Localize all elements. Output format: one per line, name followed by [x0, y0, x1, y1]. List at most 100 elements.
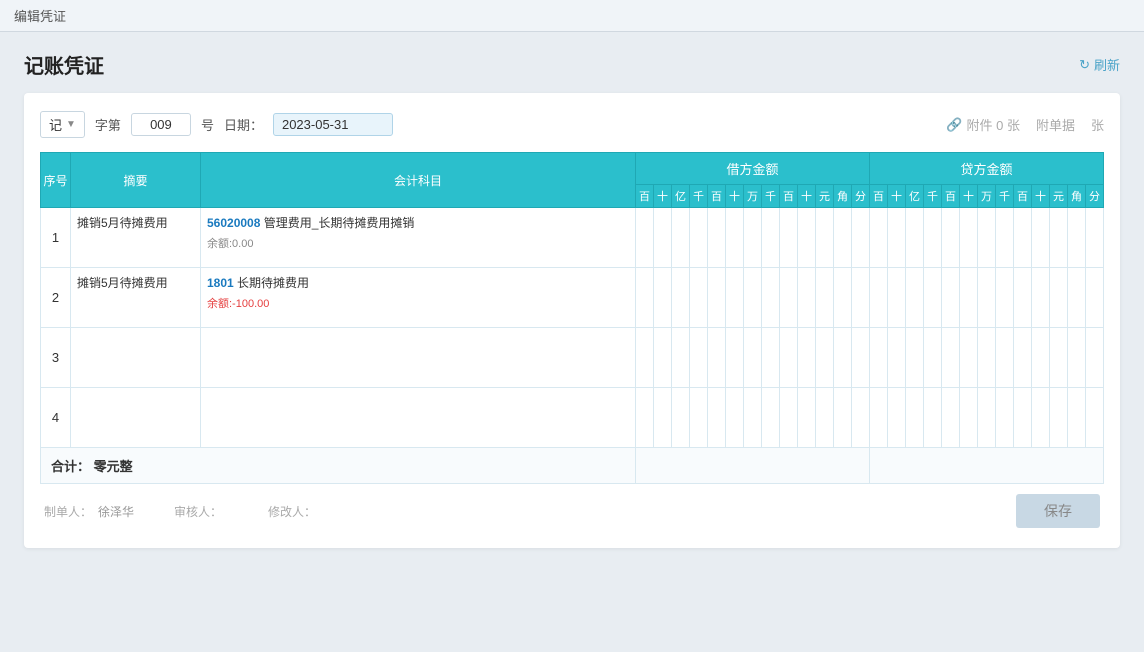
debit-amount-cell[interactable] — [708, 268, 726, 328]
debit-amount-cell[interactable] — [762, 208, 780, 268]
debit-amount-cell[interactable] — [834, 268, 852, 328]
credit-amount-cell[interactable] — [1086, 208, 1104, 268]
debit-amount-cell[interactable] — [852, 268, 870, 328]
debit-amount-cell[interactable] — [816, 208, 834, 268]
credit-amount-cell[interactable] — [924, 388, 942, 448]
credit-amount-cell[interactable] — [1050, 208, 1068, 268]
credit-amount-cell[interactable] — [1032, 268, 1050, 328]
debit-amount-cell[interactable] — [744, 388, 762, 448]
debit-amount-cell[interactable] — [852, 208, 870, 268]
debit-amount-cell[interactable] — [780, 328, 798, 388]
debit-amount-cell[interactable] — [654, 388, 672, 448]
debit-amount-cell[interactable] — [816, 328, 834, 388]
refresh-button[interactable]: ↻ 刷新 — [1079, 55, 1120, 74]
debit-amount-cell[interactable] — [744, 328, 762, 388]
credit-amount-cell[interactable] — [870, 388, 888, 448]
debit-amount-cell[interactable] — [780, 388, 798, 448]
debit-amount-cell[interactable] — [636, 388, 654, 448]
credit-amount-cell[interactable] — [996, 328, 1014, 388]
debit-amount-cell[interactable] — [780, 208, 798, 268]
credit-amount-cell[interactable] — [924, 328, 942, 388]
credit-amount-cell[interactable] — [942, 208, 960, 268]
debit-amount-cell[interactable] — [726, 208, 744, 268]
debit-amount-cell[interactable] — [798, 208, 816, 268]
voucher-number-input[interactable] — [131, 113, 191, 136]
debit-amount-cell[interactable] — [690, 388, 708, 448]
debit-amount-cell[interactable] — [780, 268, 798, 328]
credit-amount-cell[interactable] — [1032, 328, 1050, 388]
debit-amount-cell[interactable] — [636, 208, 654, 268]
debit-amount-cell[interactable] — [834, 208, 852, 268]
credit-amount-cell[interactable] — [906, 268, 924, 328]
credit-amount-cell[interactable] — [870, 208, 888, 268]
debit-amount-cell[interactable] — [654, 208, 672, 268]
debit-amount-cell[interactable] — [636, 268, 654, 328]
debit-amount-cell[interactable] — [726, 328, 744, 388]
credit-amount-cell[interactable] — [1050, 268, 1068, 328]
credit-amount-cell[interactable] — [978, 388, 996, 448]
debit-amount-cell[interactable] — [744, 268, 762, 328]
credit-amount-cell[interactable] — [1050, 328, 1068, 388]
credit-amount-cell[interactable] — [996, 208, 1014, 268]
credit-amount-cell[interactable] — [1068, 328, 1086, 388]
date-input[interactable] — [273, 113, 393, 136]
credit-amount-cell[interactable] — [978, 208, 996, 268]
voucher-type-button[interactable]: 记 ▼ — [40, 111, 85, 138]
debit-amount-cell[interactable] — [672, 328, 690, 388]
credit-amount-cell[interactable] — [870, 328, 888, 388]
debit-amount-cell[interactable] — [852, 388, 870, 448]
credit-amount-cell[interactable] — [906, 328, 924, 388]
credit-amount-cell[interactable] — [1014, 268, 1032, 328]
account-cell[interactable] — [201, 328, 636, 388]
credit-amount-cell[interactable] — [942, 328, 960, 388]
credit-amount-cell[interactable] — [906, 388, 924, 448]
debit-amount-cell[interactable] — [708, 328, 726, 388]
account-cell[interactable]: 1801 长期待摊费用余额:-100.00 — [201, 268, 636, 328]
debit-amount-cell[interactable] — [690, 208, 708, 268]
credit-amount-cell[interactable] — [1068, 388, 1086, 448]
debit-amount-cell[interactable] — [762, 328, 780, 388]
credit-amount-cell[interactable] — [1014, 208, 1032, 268]
debit-amount-cell[interactable] — [816, 388, 834, 448]
credit-amount-cell[interactable] — [924, 208, 942, 268]
credit-amount-cell[interactable] — [888, 268, 906, 328]
account-cell[interactable]: 56020008 管理费用_长期待摊费用摊销余额:0.00 — [201, 208, 636, 268]
save-button[interactable]: 保存 — [1016, 494, 1100, 528]
debit-amount-cell[interactable] — [834, 328, 852, 388]
credit-amount-cell[interactable] — [960, 208, 978, 268]
credit-amount-cell[interactable] — [906, 208, 924, 268]
debit-amount-cell[interactable] — [672, 208, 690, 268]
debit-amount-cell[interactable] — [708, 208, 726, 268]
attachment-link[interactable]: 🔗 附件 0 张 — [946, 115, 1020, 134]
debit-amount-cell[interactable] — [708, 388, 726, 448]
credit-amount-cell[interactable] — [888, 388, 906, 448]
debit-amount-cell[interactable] — [762, 268, 780, 328]
debit-amount-cell[interactable] — [672, 388, 690, 448]
credit-amount-cell[interactable] — [1014, 328, 1032, 388]
debit-amount-cell[interactable] — [654, 268, 672, 328]
credit-amount-cell[interactable] — [1032, 388, 1050, 448]
credit-amount-cell[interactable] — [870, 268, 888, 328]
credit-amount-cell[interactable] — [1032, 208, 1050, 268]
debit-amount-cell[interactable] — [726, 268, 744, 328]
summary-cell[interactable] — [71, 328, 201, 388]
debit-amount-cell[interactable] — [672, 268, 690, 328]
credit-amount-cell[interactable] — [1086, 268, 1104, 328]
credit-amount-cell[interactable] — [1086, 328, 1104, 388]
credit-amount-cell[interactable] — [942, 388, 960, 448]
credit-amount-cell[interactable] — [996, 268, 1014, 328]
account-cell[interactable] — [201, 388, 636, 448]
debit-amount-cell[interactable] — [798, 388, 816, 448]
credit-amount-cell[interactable] — [942, 268, 960, 328]
credit-amount-cell[interactable] — [924, 268, 942, 328]
debit-amount-cell[interactable] — [816, 268, 834, 328]
debit-amount-cell[interactable] — [834, 388, 852, 448]
debit-amount-cell[interactable] — [762, 388, 780, 448]
credit-amount-cell[interactable] — [888, 208, 906, 268]
debit-amount-cell[interactable] — [744, 208, 762, 268]
credit-amount-cell[interactable] — [960, 388, 978, 448]
credit-amount-cell[interactable] — [978, 268, 996, 328]
debit-amount-cell[interactable] — [654, 328, 672, 388]
debit-amount-cell[interactable] — [690, 328, 708, 388]
summary-cell[interactable]: 摊销5月待摊费用 — [71, 208, 201, 268]
